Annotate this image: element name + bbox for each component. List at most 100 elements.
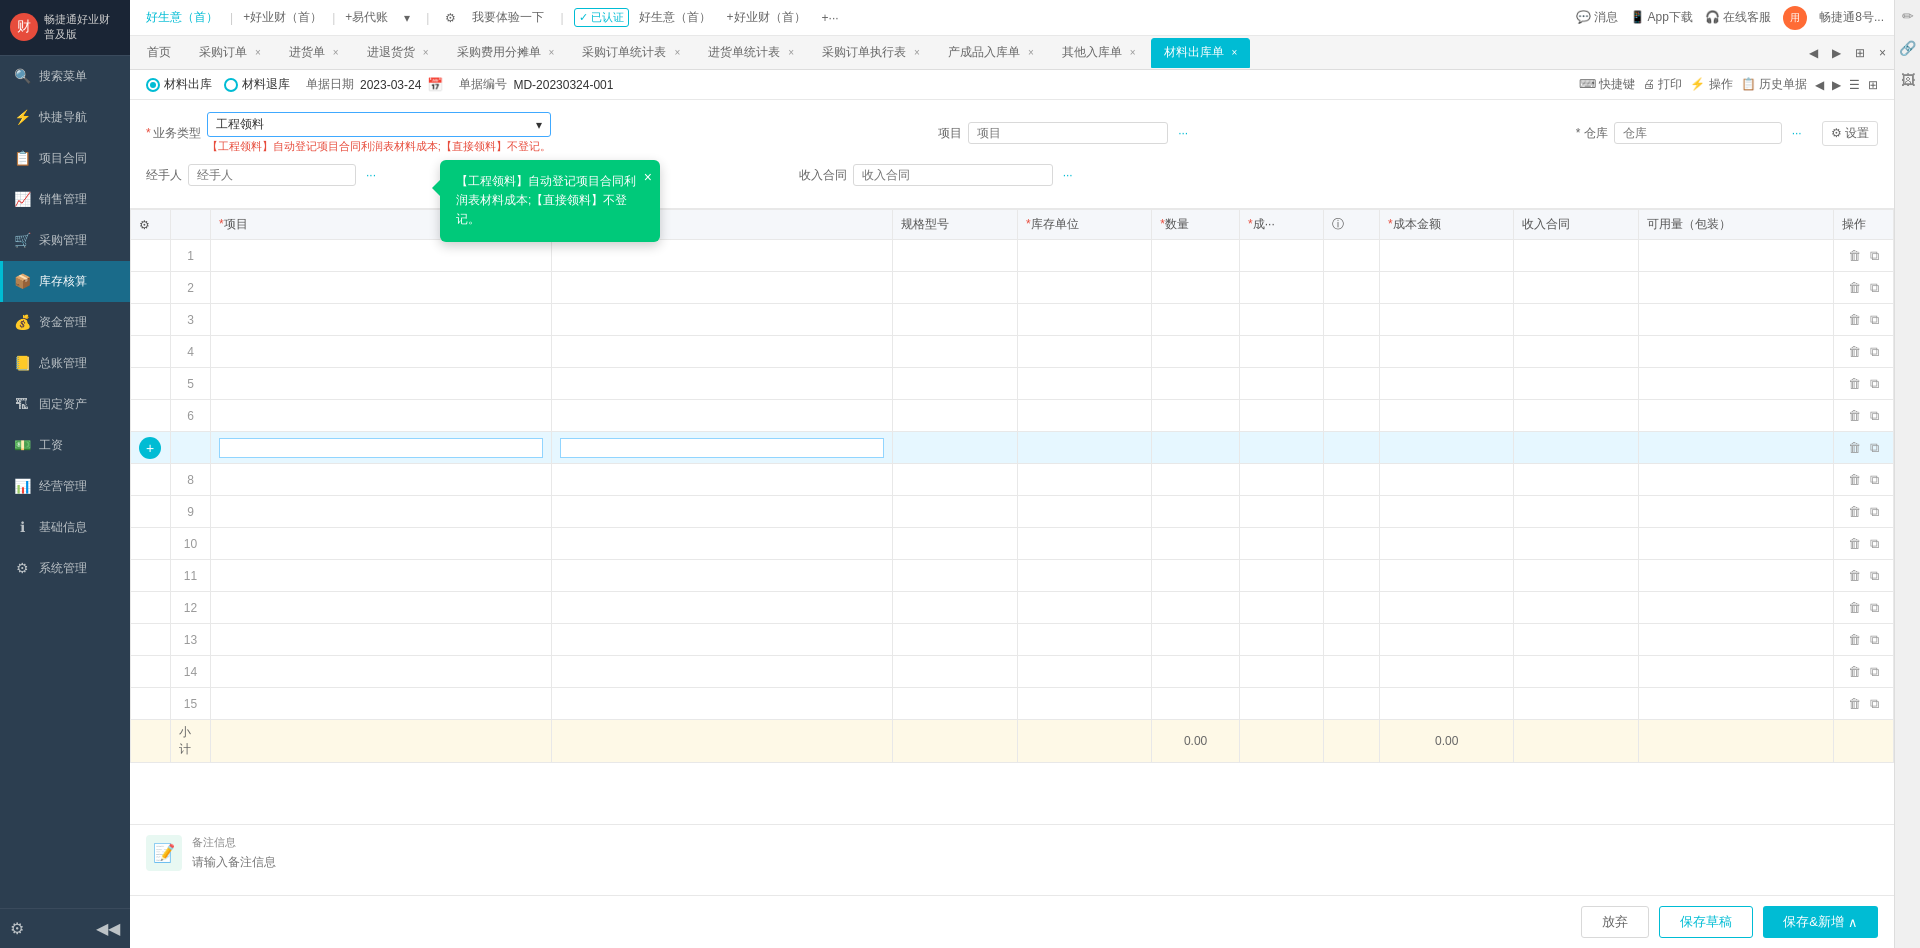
top-nav-more[interactable]: +··· bbox=[816, 9, 845, 27]
cell-empty[interactable] bbox=[1514, 688, 1639, 720]
top-nav-haoyecai2[interactable]: +好业财（首） bbox=[721, 7, 812, 28]
copy-row-btn[interactable]: ⧉ bbox=[1870, 280, 1879, 295]
sidebar-item-system[interactable]: ⚙ 系统管理 bbox=[0, 548, 130, 589]
cell-empty[interactable] bbox=[1324, 688, 1380, 720]
right-panel-link-btn[interactable]: 🔗 bbox=[1899, 40, 1916, 56]
cell-project[interactable] bbox=[211, 368, 552, 400]
cell-empty[interactable] bbox=[1017, 368, 1151, 400]
tab-inbound-stats[interactable]: 进货单统计表 × bbox=[695, 38, 807, 68]
history-btn[interactable]: 📋 历史单据 bbox=[1741, 76, 1807, 93]
sidebar-item-search[interactable]: 🔍 搜索菜单 bbox=[0, 56, 130, 97]
top-nav-haoshengyi[interactable]: 好生意（首） bbox=[140, 7, 226, 28]
cell-empty[interactable] bbox=[1514, 464, 1639, 496]
cell-empty[interactable] bbox=[1639, 688, 1834, 720]
cell-empty[interactable] bbox=[1380, 240, 1514, 272]
cell-empty[interactable] bbox=[1240, 432, 1324, 464]
cell-empty[interactable] bbox=[892, 624, 1017, 656]
cell-project[interactable] bbox=[211, 624, 552, 656]
cell-material[interactable] bbox=[551, 528, 892, 560]
cell-project[interactable] bbox=[211, 656, 552, 688]
sidebar-item-inventory[interactable]: 📦 库存核算 bbox=[0, 261, 130, 302]
sidebar-item-management[interactable]: 📊 经营管理 bbox=[0, 466, 130, 507]
radio-material-outbound[interactable]: 材料出库 bbox=[146, 76, 212, 93]
cell-empty[interactable] bbox=[1017, 272, 1151, 304]
top-nav-experience[interactable]: 我要体验一下 bbox=[466, 7, 550, 28]
sidebar-item-nav[interactable]: ⚡ 快捷导航 bbox=[0, 97, 130, 138]
tab-close-all-btn[interactable]: × bbox=[1875, 44, 1890, 62]
cell-project-input[interactable] bbox=[219, 438, 543, 458]
cell-empty[interactable] bbox=[1017, 464, 1151, 496]
cell-empty[interactable] bbox=[892, 336, 1017, 368]
delete-row-btn[interactable]: 🗑 bbox=[1848, 696, 1861, 711]
cell-empty[interactable] bbox=[1017, 688, 1151, 720]
tab-material-outbound[interactable]: 材料出库单 × bbox=[1151, 38, 1251, 68]
tab-close-purchase-expense[interactable]: × bbox=[549, 47, 555, 58]
cell-empty[interactable] bbox=[1639, 464, 1834, 496]
cell-empty[interactable] bbox=[1240, 304, 1324, 336]
notes-input[interactable] bbox=[192, 854, 1878, 882]
cell-project[interactable] bbox=[211, 272, 552, 304]
cell-empty[interactable] bbox=[1240, 624, 1324, 656]
cell-empty[interactable] bbox=[1380, 432, 1514, 464]
cell-empty[interactable] bbox=[892, 240, 1017, 272]
warehouse-input[interactable] bbox=[1614, 122, 1782, 144]
cell-empty[interactable] bbox=[892, 592, 1017, 624]
list-view-btn[interactable]: ☰ bbox=[1849, 76, 1860, 93]
cell-project[interactable] bbox=[211, 400, 552, 432]
cell-empty[interactable] bbox=[1152, 304, 1240, 336]
cell-empty[interactable] bbox=[1017, 432, 1151, 464]
print-btn[interactable]: 🖨 打印 bbox=[1643, 76, 1682, 93]
copy-row-btn[interactable]: ⧉ bbox=[1870, 536, 1879, 551]
cell-empty[interactable] bbox=[1240, 400, 1324, 432]
cell-empty[interactable] bbox=[1017, 560, 1151, 592]
tab-grid-view-btn[interactable]: ⊞ bbox=[1851, 44, 1869, 62]
cell-empty[interactable] bbox=[1380, 528, 1514, 560]
cell-empty[interactable] bbox=[892, 368, 1017, 400]
cell-empty[interactable] bbox=[1152, 560, 1240, 592]
cell-empty[interactable] bbox=[1240, 688, 1324, 720]
copy-row-btn[interactable]: ⧉ bbox=[1870, 472, 1879, 487]
project-input[interactable] bbox=[968, 122, 1168, 144]
cell-empty[interactable] bbox=[892, 656, 1017, 688]
message-btn[interactable]: 💬 消息 bbox=[1576, 9, 1618, 26]
copy-row-btn[interactable]: ⧉ bbox=[1870, 376, 1879, 391]
cell-empty[interactable] bbox=[1152, 464, 1240, 496]
cell-empty[interactable] bbox=[1380, 560, 1514, 592]
cell-empty[interactable] bbox=[1324, 496, 1380, 528]
cell-empty[interactable] bbox=[1514, 336, 1639, 368]
cell-empty[interactable] bbox=[1324, 624, 1380, 656]
cell-empty[interactable] bbox=[1240, 336, 1324, 368]
cell-empty[interactable] bbox=[1324, 272, 1380, 304]
cell-material[interactable] bbox=[551, 656, 892, 688]
copy-row-btn[interactable]: ⧉ bbox=[1870, 664, 1879, 679]
cell-material[interactable] bbox=[551, 240, 892, 272]
delete-row-btn[interactable]: 🗑 bbox=[1848, 280, 1861, 295]
business-type-select[interactable]: 工程领料 bbox=[207, 112, 551, 137]
delete-row-btn[interactable]: 🗑 bbox=[1848, 376, 1861, 391]
settings-bottom-btn[interactable]: ⚙ bbox=[10, 919, 24, 938]
project-dots-btn[interactable]: ··· bbox=[1178, 126, 1188, 140]
cell-material[interactable] bbox=[551, 592, 892, 624]
cell-empty[interactable] bbox=[1324, 368, 1380, 400]
tab-next-btn[interactable]: ▶ bbox=[1828, 44, 1845, 62]
cell-empty[interactable] bbox=[1152, 656, 1240, 688]
cell-empty[interactable] bbox=[1639, 496, 1834, 528]
cell-empty[interactable] bbox=[1514, 496, 1639, 528]
cell-empty[interactable] bbox=[1639, 656, 1834, 688]
top-nav-settings[interactable]: ⚙ bbox=[439, 9, 462, 27]
cell-empty[interactable] bbox=[1514, 368, 1639, 400]
cell-material[interactable] bbox=[551, 560, 892, 592]
cell-empty[interactable] bbox=[1152, 688, 1240, 720]
sidebar-item-basic[interactable]: ℹ 基础信息 bbox=[0, 507, 130, 548]
cell-project[interactable] bbox=[211, 688, 552, 720]
cell-empty[interactable] bbox=[1639, 432, 1834, 464]
handler-dots-btn[interactable]: ··· bbox=[366, 168, 376, 182]
add-row-button[interactable]: + bbox=[139, 437, 161, 459]
copy-row-btn[interactable]: ⧉ bbox=[1870, 632, 1879, 647]
cell-empty[interactable] bbox=[1380, 624, 1514, 656]
cell-empty[interactable] bbox=[1017, 656, 1151, 688]
warehouse-dots-btn[interactable]: ··· bbox=[1792, 126, 1802, 140]
cell-material[interactable] bbox=[551, 336, 892, 368]
cell-empty[interactable] bbox=[1324, 240, 1380, 272]
income-contract-dots-btn[interactable]: ··· bbox=[1063, 168, 1073, 182]
